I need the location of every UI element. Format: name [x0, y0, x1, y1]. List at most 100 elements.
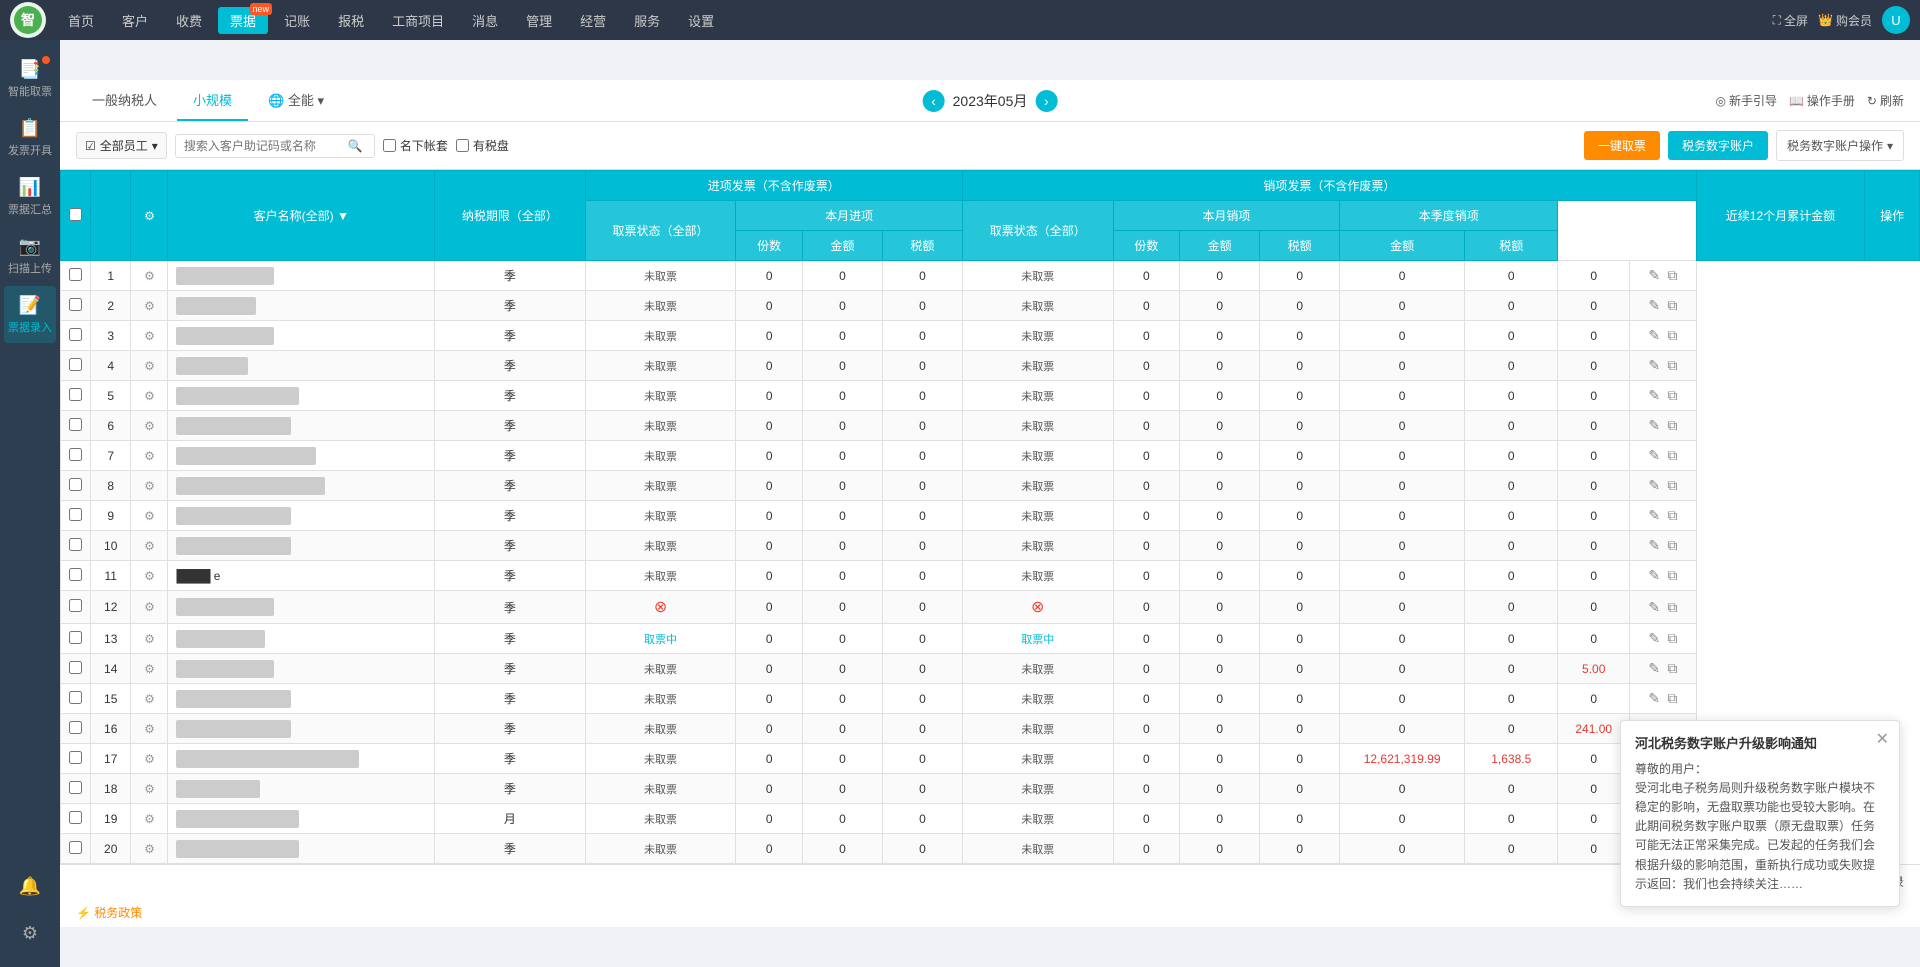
- manual-btn[interactable]: 📖 操作手册: [1789, 92, 1855, 109]
- td-settings[interactable]: ⚙: [131, 561, 168, 591]
- nav-accounting[interactable]: 记账: [272, 7, 322, 34]
- row-checkbox[interactable]: [69, 268, 82, 281]
- td-checkbox[interactable]: [61, 441, 91, 471]
- edit-icon[interactable]: ✎: [1648, 417, 1660, 433]
- taxdisk-checkbox[interactable]: [456, 139, 469, 152]
- edit-icon[interactable]: ✎: [1648, 507, 1660, 523]
- td-checkbox[interactable]: [61, 624, 91, 654]
- td-checkbox[interactable]: [61, 561, 91, 591]
- nav-message[interactable]: 消息: [460, 7, 510, 34]
- td-checkbox[interactable]: [61, 351, 91, 381]
- edit-icon[interactable]: ✎: [1648, 267, 1660, 283]
- row-checkbox[interactable]: [69, 751, 82, 764]
- edit-icon[interactable]: ✎: [1648, 327, 1660, 343]
- td-checkbox[interactable]: [61, 471, 91, 501]
- th-output-status[interactable]: 取票状态（全部）: [962, 201, 1113, 261]
- edit-icon[interactable]: ✎: [1648, 690, 1660, 706]
- one-click-import-btn[interactable]: 一键取票: [1584, 131, 1660, 160]
- edit-icon[interactable]: ✎: [1648, 567, 1660, 583]
- row-checkbox[interactable]: [69, 448, 82, 461]
- copy-icon[interactable]: ⧉: [1667, 387, 1677, 403]
- copy-icon[interactable]: ⧉: [1667, 477, 1677, 493]
- td-settings[interactable]: ⚙: [131, 624, 168, 654]
- td-settings[interactable]: ⚙: [131, 261, 168, 291]
- row-checkbox[interactable]: [69, 691, 82, 704]
- nav-business[interactable]: 工商项目: [380, 7, 456, 34]
- edit-icon[interactable]: ✎: [1648, 447, 1660, 463]
- sidebar-item-settings[interactable]: ⚙: [4, 914, 56, 955]
- nav-manage[interactable]: 管理: [514, 7, 564, 34]
- td-checkbox[interactable]: [61, 501, 91, 531]
- digital-account-btn[interactable]: 税务数字账户: [1668, 131, 1768, 160]
- edit-icon[interactable]: ✎: [1648, 477, 1660, 493]
- row-checkbox[interactable]: [69, 508, 82, 521]
- copy-icon[interactable]: ⧉: [1667, 630, 1677, 646]
- tab-small-scale[interactable]: 小规模: [177, 80, 248, 121]
- td-checkbox[interactable]: [61, 591, 91, 624]
- nav-settings[interactable]: 设置: [676, 7, 726, 34]
- row-checkbox[interactable]: [69, 599, 82, 612]
- row-checkbox[interactable]: [69, 568, 82, 581]
- row-checkbox[interactable]: [69, 781, 82, 794]
- td-settings[interactable]: ⚙: [131, 381, 168, 411]
- select-all-checkbox[interactable]: [69, 208, 82, 221]
- row-checkbox[interactable]: [69, 538, 82, 551]
- row-checkbox[interactable]: [69, 418, 82, 431]
- td-checkbox[interactable]: [61, 774, 91, 804]
- copy-icon[interactable]: ⧉: [1667, 357, 1677, 373]
- td-settings[interactable]: ⚙: [131, 351, 168, 381]
- sidebar-item-invoice-entry[interactable]: 📝 票据录入: [4, 286, 56, 343]
- td-settings[interactable]: ⚙: [131, 714, 168, 744]
- tab-general-taxpayer[interactable]: 一般纳税人: [76, 80, 173, 121]
- employee-select[interactable]: ☑ 全部员工 ▾: [76, 132, 167, 159]
- row-checkbox[interactable]: [69, 298, 82, 311]
- row-checkbox[interactable]: [69, 328, 82, 341]
- copy-icon[interactable]: ⧉: [1667, 599, 1677, 615]
- copy-icon[interactable]: ⧉: [1667, 267, 1677, 283]
- sidebar-item-notify[interactable]: 🔔: [4, 867, 56, 908]
- row-checkbox[interactable]: [69, 478, 82, 491]
- td-checkbox[interactable]: [61, 834, 91, 864]
- td-checkbox[interactable]: [61, 684, 91, 714]
- period-next-btn[interactable]: ›: [1035, 90, 1057, 112]
- td-settings[interactable]: ⚙: [131, 321, 168, 351]
- td-checkbox[interactable]: [61, 531, 91, 561]
- checkbox-taxdisk[interactable]: 有税盘: [456, 137, 509, 154]
- edit-icon[interactable]: ✎: [1648, 387, 1660, 403]
- td-settings[interactable]: ⚙: [131, 744, 168, 774]
- td-settings[interactable]: ⚙: [131, 471, 168, 501]
- td-checkbox[interactable]: [61, 291, 91, 321]
- copy-icon[interactable]: ⧉: [1667, 567, 1677, 583]
- nav-client[interactable]: 客户: [110, 7, 160, 34]
- digital-account-ops-btn[interactable]: 税务数字账户操作 ▾: [1776, 130, 1904, 161]
- td-settings[interactable]: ⚙: [131, 441, 168, 471]
- row-checkbox[interactable]: [69, 721, 82, 734]
- copy-icon[interactable]: ⧉: [1667, 447, 1677, 463]
- nav-tax[interactable]: 报税: [326, 7, 376, 34]
- checkbox-subaccount[interactable]: 名下帐套: [383, 137, 448, 154]
- sidebar-item-invoice-open[interactable]: 📋 发票开具: [4, 109, 56, 166]
- row-checkbox[interactable]: [69, 841, 82, 854]
- row-checkbox[interactable]: [69, 661, 82, 674]
- notification-close-btn[interactable]: ✕: [1876, 729, 1889, 749]
- refresh-btn[interactable]: ↻ 刷新: [1867, 92, 1904, 109]
- td-settings[interactable]: ⚙: [131, 591, 168, 624]
- td-settings[interactable]: ⚙: [131, 684, 168, 714]
- row-checkbox[interactable]: [69, 811, 82, 824]
- td-settings[interactable]: ⚙: [131, 834, 168, 864]
- td-settings[interactable]: ⚙: [131, 774, 168, 804]
- search-icon[interactable]: 🔍: [348, 139, 363, 153]
- td-settings[interactable]: ⚙: [131, 804, 168, 834]
- td-checkbox[interactable]: [61, 804, 91, 834]
- edit-icon[interactable]: ✎: [1648, 599, 1660, 615]
- search-input[interactable]: [184, 139, 344, 153]
- user-avatar[interactable]: U: [1882, 6, 1910, 34]
- tab-all[interactable]: 🌐 全能 ▾: [252, 80, 340, 121]
- copy-icon[interactable]: ⧉: [1667, 690, 1677, 706]
- member-btn[interactable]: 👑 购会员: [1818, 12, 1872, 29]
- copy-icon[interactable]: ⧉: [1667, 660, 1677, 676]
- sidebar-item-invoice-summary[interactable]: 📊 票据汇总: [4, 168, 56, 225]
- subaccount-checkbox[interactable]: [383, 139, 396, 152]
- td-settings[interactable]: ⚙: [131, 291, 168, 321]
- sidebar-item-smart-invoice[interactable]: 📑 智能取票: [4, 50, 56, 107]
